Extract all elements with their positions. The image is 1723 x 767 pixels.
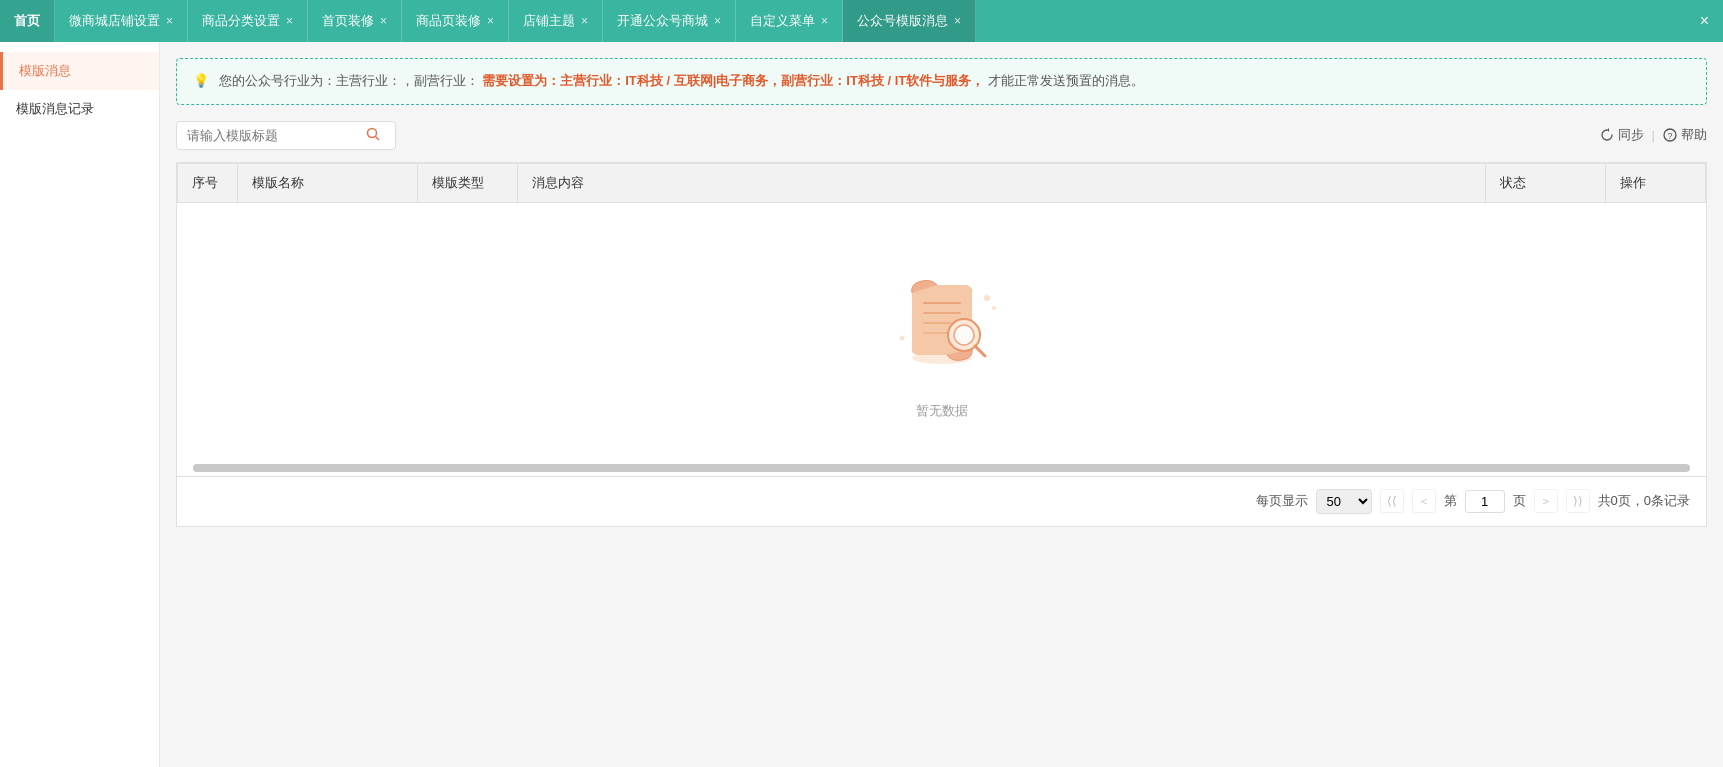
last-page-button[interactable]: ⟩⟩	[1566, 489, 1590, 513]
tab-close-5[interactable]: ×	[581, 14, 588, 28]
fake-scrollbar[interactable]	[193, 464, 1690, 472]
table-header-状态: 状态	[1486, 163, 1606, 202]
svg-point-14	[899, 335, 904, 340]
next-page-button[interactable]: ＞	[1534, 489, 1558, 513]
notice-box: 💡 您的公众号行业为：主营行业：，副营行业： 需要设置为：主营行业：IT科技 /…	[176, 58, 1707, 105]
sidebar-item-1[interactable]: 模版消息记录	[0, 90, 159, 128]
empty-state: 暂无数据	[178, 203, 1706, 460]
toolbar-right: 同步 | ? 帮助	[1600, 126, 1707, 144]
close-all-button[interactable]: ×	[1686, 0, 1723, 42]
table-header-模版名称: 模版名称	[238, 163, 418, 202]
page-total: 共0页，0条记录	[1598, 492, 1690, 510]
tab-item-7[interactable]: 自定义菜单×	[736, 0, 843, 42]
notice-prefix: 您的公众号行业为：主营行业：，副营行业：	[219, 73, 479, 88]
help-button[interactable]: ? 帮助	[1663, 126, 1707, 144]
table-header-操作: 操作	[1606, 163, 1706, 202]
tab-close-2[interactable]: ×	[286, 14, 293, 28]
page-size-label: 每页显示	[1256, 492, 1308, 510]
svg-text:?: ?	[1667, 131, 1672, 141]
empty-text: 暂无数据	[178, 402, 1706, 420]
tab-close-4[interactable]: ×	[487, 14, 494, 28]
page-suffix: 页	[1513, 492, 1526, 510]
notice-icon: 💡	[193, 73, 209, 88]
tab-item-1[interactable]: 微商城店铺设置×	[55, 0, 188, 42]
content-area: 💡 您的公众号行业为：主营行业：，副营行业： 需要设置为：主营行业：IT科技 /…	[160, 42, 1723, 767]
tab-item-2[interactable]: 商品分类设置×	[188, 0, 308, 42]
svg-point-12	[984, 295, 990, 301]
search-button[interactable]	[366, 127, 380, 144]
tab-item-4[interactable]: 商品页装修×	[402, 0, 509, 42]
table-header-消息内容: 消息内容	[518, 163, 1486, 202]
tab-item-0[interactable]: 首页	[0, 0, 55, 42]
first-page-button[interactable]: ⟨⟨	[1380, 489, 1404, 513]
tab-close-1[interactable]: ×	[166, 14, 173, 28]
toolbar-divider: |	[1652, 128, 1655, 143]
svg-line-11	[975, 346, 985, 356]
pagination: 每页显示 50 10 20 100 ⟨⟨ ＜ 第 页 ＞ ⟩⟩ 共0页，0条记录	[177, 476, 1706, 526]
svg-line-1	[376, 136, 380, 140]
tab-close-7[interactable]: ×	[821, 14, 828, 28]
svg-point-10	[954, 325, 974, 345]
svg-point-0	[368, 128, 377, 137]
prev-page-button[interactable]: ＜	[1412, 489, 1436, 513]
tab-item-5[interactable]: 店铺主题×	[509, 0, 603, 42]
data-table-wrapper: 序号模版名称模版类型消息内容状态操作	[176, 162, 1707, 527]
notice-highlight: 需要设置为：主营行业：IT科技 / 互联网|电子商务，副营行业：IT科技 / I…	[482, 73, 984, 88]
scrollbar-row	[177, 460, 1706, 476]
search-input[interactable]	[176, 121, 396, 150]
tab-close-3[interactable]: ×	[380, 14, 387, 28]
tab-close-8[interactable]: ×	[954, 14, 961, 28]
tab-item-3[interactable]: 首页装修×	[308, 0, 402, 42]
notice-suffix: 才能正常发送预置的消息。	[988, 73, 1144, 88]
tab-item-8[interactable]: 公众号模版消息×	[843, 0, 976, 42]
tab-item-6[interactable]: 开通公众号商城×	[603, 0, 736, 42]
svg-point-13	[992, 306, 996, 310]
tab-close-6[interactable]: ×	[714, 14, 721, 28]
tab-bar: 首页微商城店铺设置×商品分类设置×首页装修×商品页装修×店铺主题×开通公众号商城…	[0, 0, 1723, 42]
sidebar-item-0[interactable]: 模版消息	[0, 52, 159, 90]
sidebar: 模版消息模版消息记录	[0, 42, 160, 767]
page-input[interactable]	[1465, 490, 1505, 513]
table-header-模版类型: 模版类型	[418, 163, 518, 202]
sync-button[interactable]: 同步	[1600, 126, 1644, 144]
page-size-select[interactable]: 50 10 20 100	[1316, 489, 1372, 514]
table-header-序号: 序号	[178, 163, 238, 202]
main-layout: 模版消息模版消息记录 💡 您的公众号行业为：主营行业：，副营行业： 需要设置为：…	[0, 42, 1723, 767]
data-table: 序号模版名称模版类型消息内容状态操作	[177, 163, 1706, 460]
page-label: 第	[1444, 492, 1457, 510]
search-bar: 同步 | ? 帮助	[176, 121, 1707, 150]
